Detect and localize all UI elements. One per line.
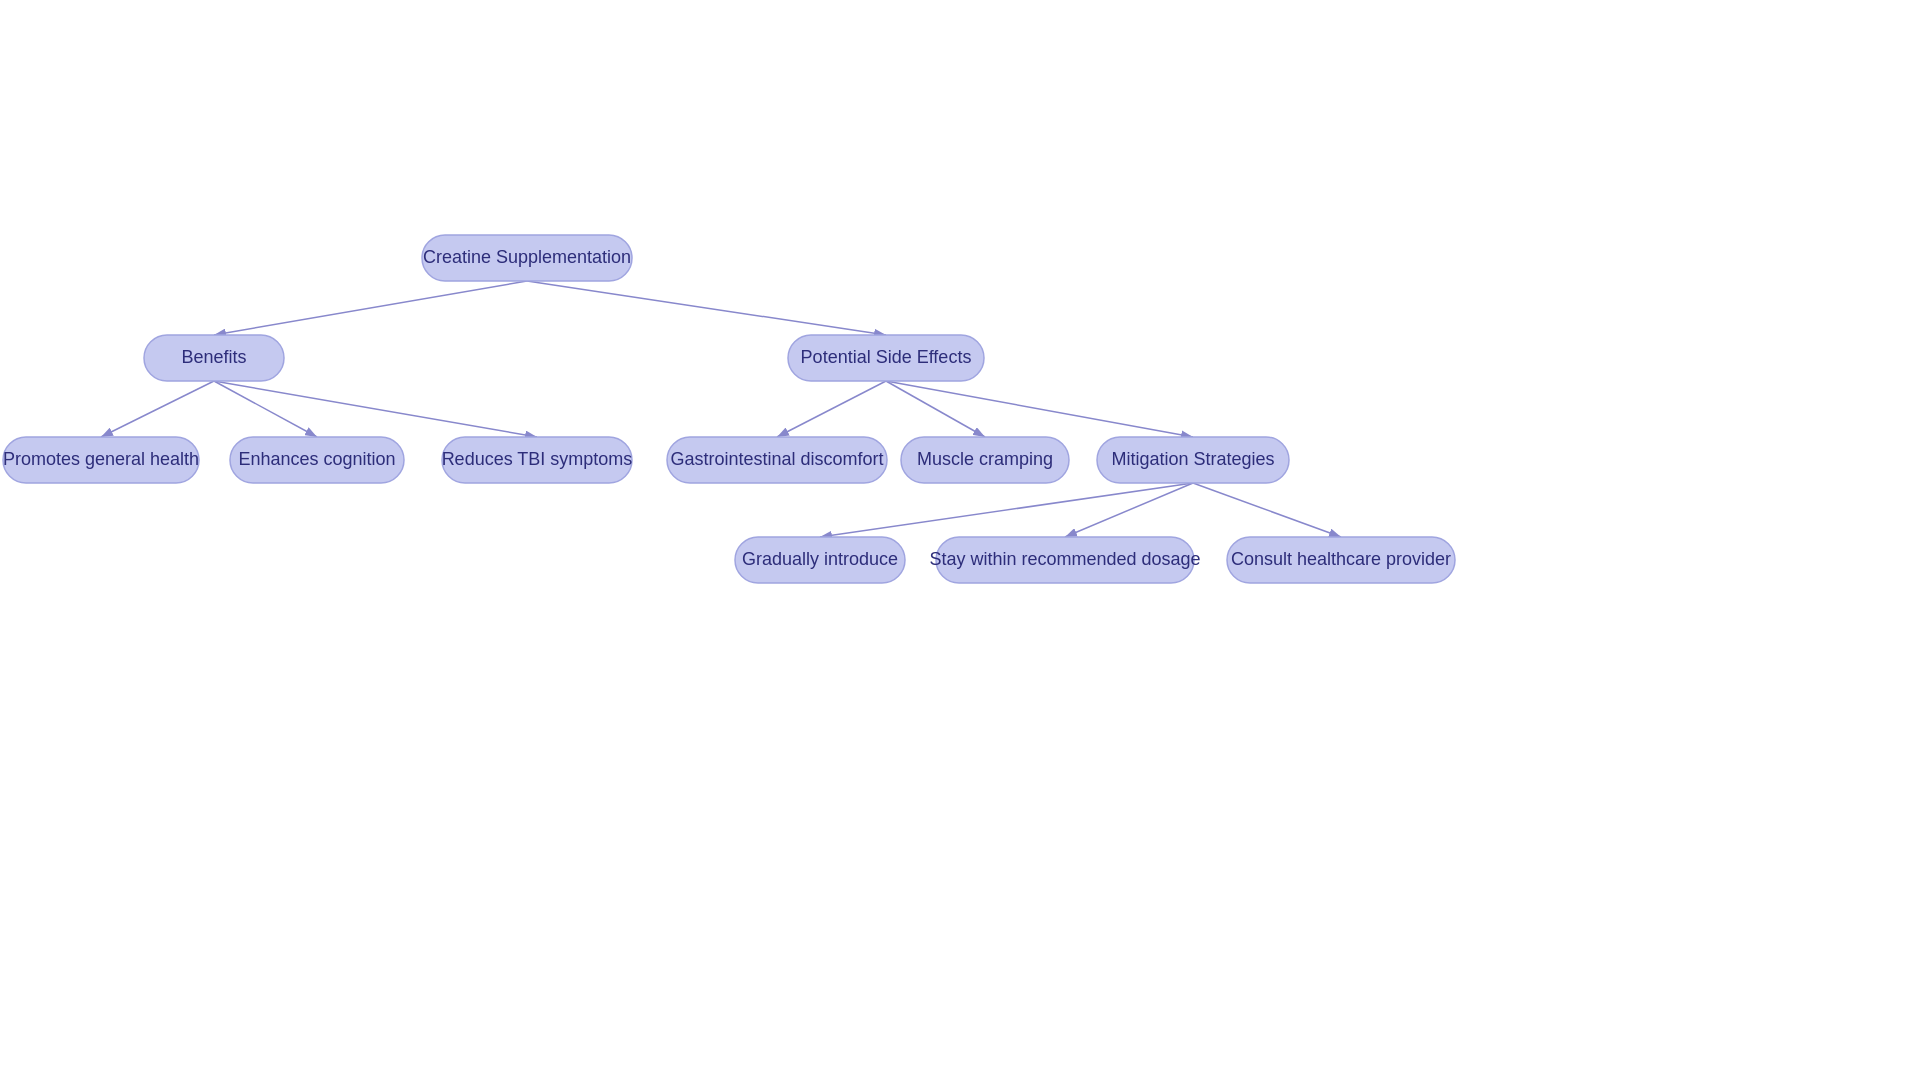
node-side-effects: Potential Side Effects xyxy=(788,335,984,381)
edge-mitigation-gradually xyxy=(820,483,1193,537)
node-general-health: Promotes general health xyxy=(3,437,199,483)
mind-map-diagram: Creatine Supplementation Benefits Potent… xyxy=(0,0,1920,1083)
node-gi-discomfort-label: Gastrointestinal discomfort xyxy=(670,449,883,469)
node-muscle-cramping-label: Muscle cramping xyxy=(917,449,1053,469)
node-consult-label: Consult healthcare provider xyxy=(1231,549,1451,569)
node-dosage: Stay within recommended dosage xyxy=(929,537,1200,583)
node-side-effects-label: Potential Side Effects xyxy=(801,347,972,367)
edge-benefits-tbi xyxy=(214,381,537,437)
edge-mitigation-dosage xyxy=(1065,483,1193,537)
node-mitigation: Mitigation Strategies xyxy=(1097,437,1289,483)
node-cognition: Enhances cognition xyxy=(230,437,404,483)
node-gradually-label: Gradually introduce xyxy=(742,549,898,569)
node-root-label: Creatine Supplementation xyxy=(423,247,631,267)
edge-root-benefits xyxy=(214,281,527,335)
node-dosage-label: Stay within recommended dosage xyxy=(929,549,1200,569)
node-muscle-cramping: Muscle cramping xyxy=(901,437,1069,483)
edge-side-effects-gi xyxy=(777,381,886,437)
node-gi-discomfort: Gastrointestinal discomfort xyxy=(667,437,887,483)
node-general-health-label: Promotes general health xyxy=(3,449,199,469)
node-benefits-label: Benefits xyxy=(181,347,246,367)
node-gradually: Gradually introduce xyxy=(735,537,905,583)
edge-root-side-effects xyxy=(527,281,886,335)
edge-side-effects-mitigation xyxy=(886,381,1193,437)
node-consult: Consult healthcare provider xyxy=(1227,537,1455,583)
node-cognition-label: Enhances cognition xyxy=(238,449,395,469)
edge-mitigation-consult xyxy=(1193,483,1341,537)
node-root: Creatine Supplementation xyxy=(422,235,632,281)
node-tbi: Reduces TBI symptoms xyxy=(442,437,633,483)
node-mitigation-label: Mitigation Strategies xyxy=(1111,449,1274,469)
node-benefits: Benefits xyxy=(144,335,284,381)
edge-benefits-general-health xyxy=(101,381,214,437)
node-tbi-label: Reduces TBI symptoms xyxy=(442,449,633,469)
